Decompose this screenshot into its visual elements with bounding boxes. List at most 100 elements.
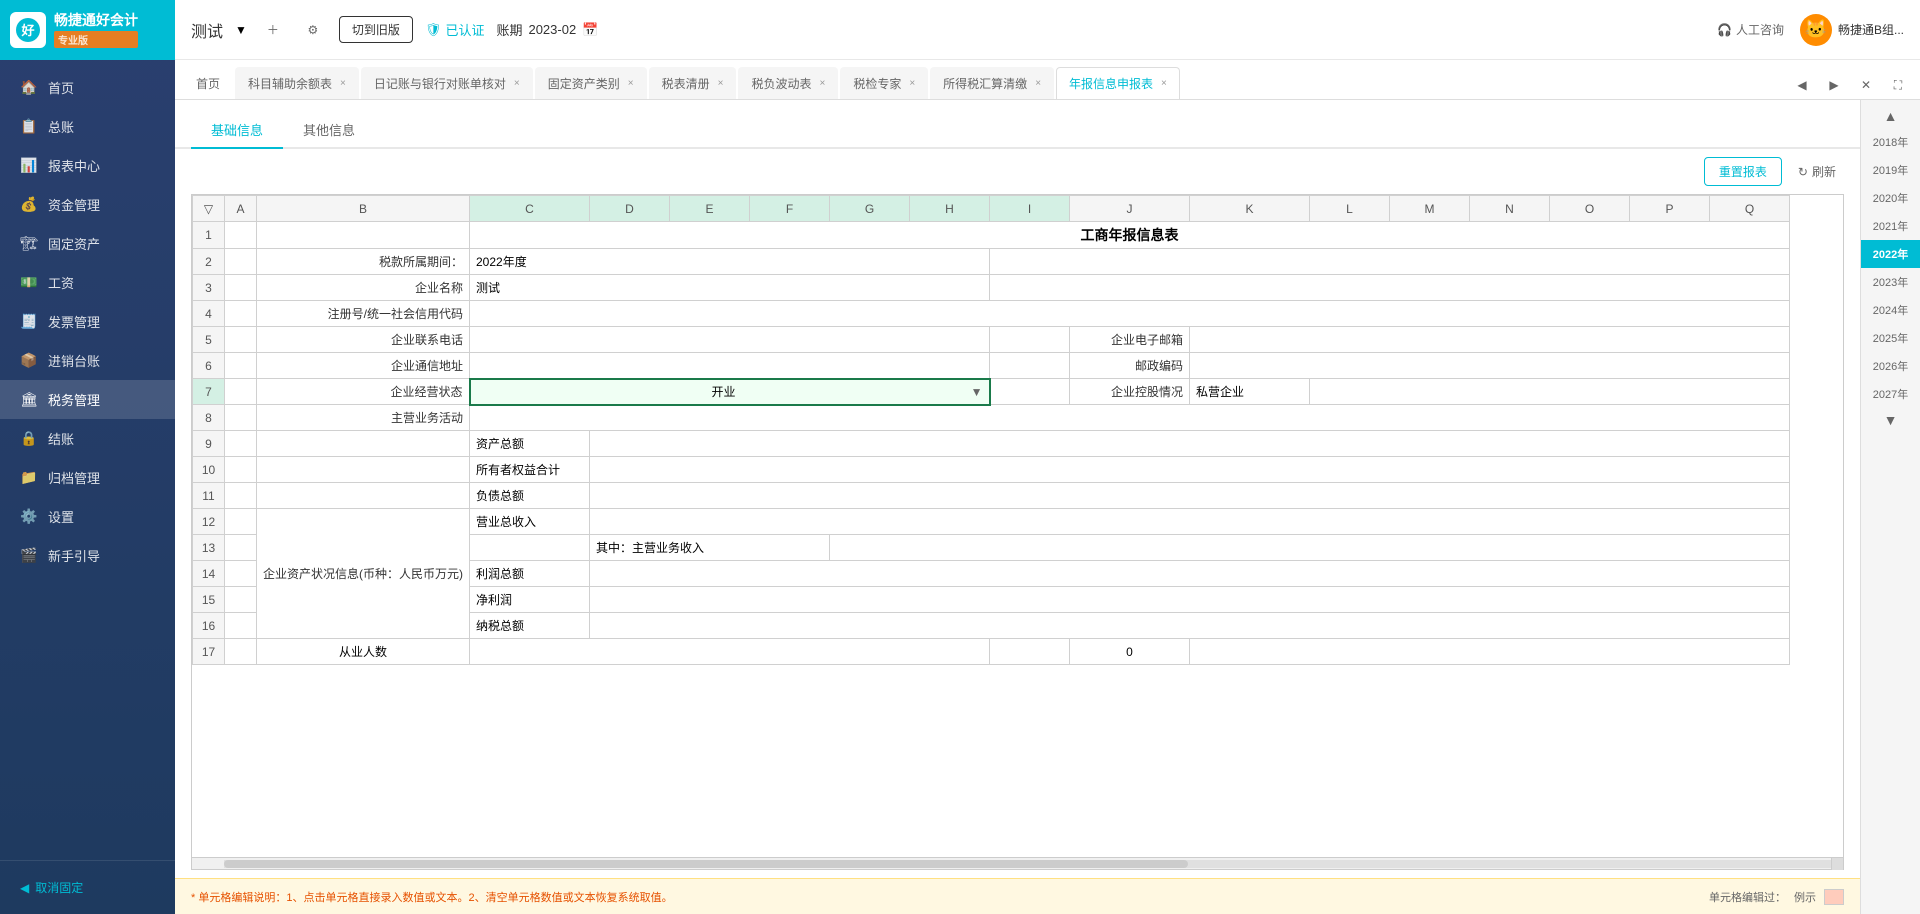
unpin-button[interactable]: ◀ 取消固定 bbox=[0, 871, 175, 904]
cell-9C[interactable]: 资产总额 bbox=[470, 431, 590, 457]
cell-8B[interactable]: 主营业务活动 bbox=[257, 405, 470, 431]
year-2024[interactable]: 2024年 bbox=[1861, 296, 1920, 324]
sidebar-item-settings[interactable]: ⚙️设置 bbox=[0, 497, 175, 536]
cell-15C[interactable]: 净利润 bbox=[470, 587, 590, 613]
year-2027[interactable]: 2027年 bbox=[1861, 380, 1920, 408]
cell-3C[interactable]: 测试 bbox=[470, 275, 990, 301]
cell-2C[interactable]: 2022年度 bbox=[470, 249, 990, 275]
subtab-basic[interactable]: 基础信息 bbox=[191, 112, 283, 149]
year-2023[interactable]: 2023年 bbox=[1861, 268, 1920, 296]
cell-1C[interactable]: 工商年报信息表 bbox=[470, 222, 1790, 249]
cell-8A[interactable] bbox=[225, 405, 257, 431]
cell-7K[interactable]: 私营企业 bbox=[1190, 379, 1310, 405]
workspace-dropdown[interactable]: ▼ bbox=[235, 23, 247, 37]
year-scroll-down[interactable]: ▼ bbox=[1879, 408, 1903, 432]
cell-5B[interactable]: 企业联系电话 bbox=[257, 327, 470, 353]
sidebar-item-tax[interactable]: 🏛税务管理 bbox=[0, 380, 175, 419]
tab-scroll-right[interactable]: ▶ bbox=[1820, 71, 1848, 99]
tab-scroll-left[interactable]: ◀ bbox=[1788, 71, 1816, 99]
cell-3I[interactable] bbox=[990, 275, 1790, 301]
cell-10D[interactable] bbox=[590, 457, 1790, 483]
sidebar-item-guide[interactable]: 🎬新手引导 bbox=[0, 536, 175, 575]
cell-10C[interactable]: 所有者权益合计 bbox=[470, 457, 590, 483]
cell-7I[interactable] bbox=[990, 379, 1070, 405]
cell-14A[interactable] bbox=[225, 561, 257, 587]
tab-close-all[interactable]: ✕ bbox=[1852, 71, 1880, 99]
tab-close-annual[interactable]: × bbox=[1161, 78, 1167, 89]
tab-expand[interactable]: ⛶ bbox=[1884, 71, 1912, 99]
cell-16D[interactable] bbox=[590, 613, 1790, 639]
cell-6K[interactable] bbox=[1190, 353, 1790, 379]
tab-taxform[interactable]: 税表清册× bbox=[649, 67, 737, 99]
year-scroll-up[interactable]: ▲ bbox=[1879, 104, 1903, 128]
cell-17C[interactable] bbox=[470, 639, 990, 665]
tab-close-assets[interactable]: × bbox=[628, 78, 634, 89]
cell-17J[interactable]: 0 bbox=[1070, 639, 1190, 665]
spreadsheet[interactable]: ▽ A B C D E F G H I J K bbox=[191, 194, 1844, 858]
cell-5J[interactable]: 企业电子邮箱 bbox=[1070, 327, 1190, 353]
cell-3B[interactable]: 企业名称 bbox=[257, 275, 470, 301]
tab-aux[interactable]: 科目辅助余额表× bbox=[235, 67, 359, 99]
cell-9B[interactable] bbox=[257, 431, 470, 457]
calendar-icon[interactable]: 📅 bbox=[582, 22, 598, 38]
cell-16A[interactable] bbox=[225, 613, 257, 639]
cell-12B[interactable]: 企业资产状况信息(币种：人民币万元) bbox=[257, 509, 470, 639]
cell-14C[interactable]: 利润总额 bbox=[470, 561, 590, 587]
cell-1A[interactable] bbox=[225, 222, 257, 249]
cell-10A[interactable] bbox=[225, 457, 257, 483]
tab-annual[interactable]: 年报信息申报表× bbox=[1056, 67, 1180, 99]
sidebar-item-closing[interactable]: 🔒结账 bbox=[0, 419, 175, 458]
sidebar-item-assets[interactable]: 🏗固定资产 bbox=[0, 224, 175, 263]
service-button[interactable]: 🎧 人工咨询 bbox=[1717, 21, 1784, 38]
cell-5I[interactable] bbox=[990, 327, 1070, 353]
cell-12C[interactable]: 营业总收入 bbox=[470, 509, 590, 535]
cell-4C[interactable] bbox=[470, 301, 1790, 327]
cell-7C[interactable]: 开业 ▼ bbox=[470, 379, 990, 405]
cell-7B[interactable]: 企业经营状态 bbox=[257, 379, 470, 405]
cell-11D[interactable] bbox=[590, 483, 1790, 509]
year-2025[interactable]: 2025年 bbox=[1861, 324, 1920, 352]
sidebar-item-salary[interactable]: 💵工资 bbox=[0, 263, 175, 302]
cell-4A[interactable] bbox=[225, 301, 257, 327]
cell-11C[interactable]: 负债总额 bbox=[470, 483, 590, 509]
tab-close-taxfluct[interactable]: × bbox=[819, 78, 825, 89]
tab-assets[interactable]: 固定资产类别× bbox=[535, 67, 647, 99]
cell-6C[interactable] bbox=[470, 353, 990, 379]
sidebar-item-finance[interactable]: 💰资金管理 bbox=[0, 185, 175, 224]
refresh-button[interactable]: ↻ 刷新 bbox=[1790, 158, 1844, 185]
cell-16C[interactable]: 纳税总额 bbox=[470, 613, 590, 639]
cell-4B[interactable]: 注册号/统一社会信用代码 bbox=[257, 301, 470, 327]
year-2022[interactable]: 2022年 bbox=[1861, 240, 1920, 268]
settings-button[interactable]: ⚙ bbox=[299, 16, 327, 44]
cell-13G[interactable] bbox=[830, 535, 1790, 561]
tab-journal[interactable]: 日记账与银行对账单核对× bbox=[361, 67, 533, 99]
year-2018[interactable]: 2018年 bbox=[1861, 128, 1920, 156]
tab-taxfluct[interactable]: 税负波动表× bbox=[738, 67, 838, 99]
switch-old-button[interactable]: 切到旧版 bbox=[339, 16, 413, 43]
cell-14D[interactable] bbox=[590, 561, 1790, 587]
cell-5K[interactable] bbox=[1190, 327, 1790, 353]
cell-11B[interactable] bbox=[257, 483, 470, 509]
sidebar-item-archive[interactable]: 📁归档管理 bbox=[0, 458, 175, 497]
cell-1B[interactable] bbox=[257, 222, 470, 249]
cell-17I[interactable] bbox=[990, 639, 1070, 665]
year-2020[interactable]: 2020年 bbox=[1861, 184, 1920, 212]
cell-12D[interactable] bbox=[590, 509, 1790, 535]
tab-close-taxcheck[interactable]: × bbox=[909, 78, 915, 89]
cell-7L[interactable] bbox=[1310, 379, 1790, 405]
cell-3A[interactable] bbox=[225, 275, 257, 301]
cell-7A[interactable] bbox=[225, 379, 257, 405]
tab-close-journal[interactable]: × bbox=[514, 78, 520, 89]
cell-6B[interactable]: 企业通信地址 bbox=[257, 353, 470, 379]
cell-8C[interactable] bbox=[470, 405, 1790, 431]
sidebar-item-ledger[interactable]: 📋总账 bbox=[0, 107, 175, 146]
cell-2B[interactable]: 税款所属期间： bbox=[257, 249, 470, 275]
cell-13C[interactable] bbox=[470, 535, 590, 561]
cell-2I[interactable] bbox=[990, 249, 1790, 275]
cell-2A[interactable] bbox=[225, 249, 257, 275]
sidebar-item-reports[interactable]: 📊报表中心 bbox=[0, 146, 175, 185]
tab-close-incometax[interactable]: × bbox=[1035, 78, 1041, 89]
cell-17K[interactable] bbox=[1190, 639, 1790, 665]
cell-6I[interactable] bbox=[990, 353, 1070, 379]
cell-5A[interactable] bbox=[225, 327, 257, 353]
